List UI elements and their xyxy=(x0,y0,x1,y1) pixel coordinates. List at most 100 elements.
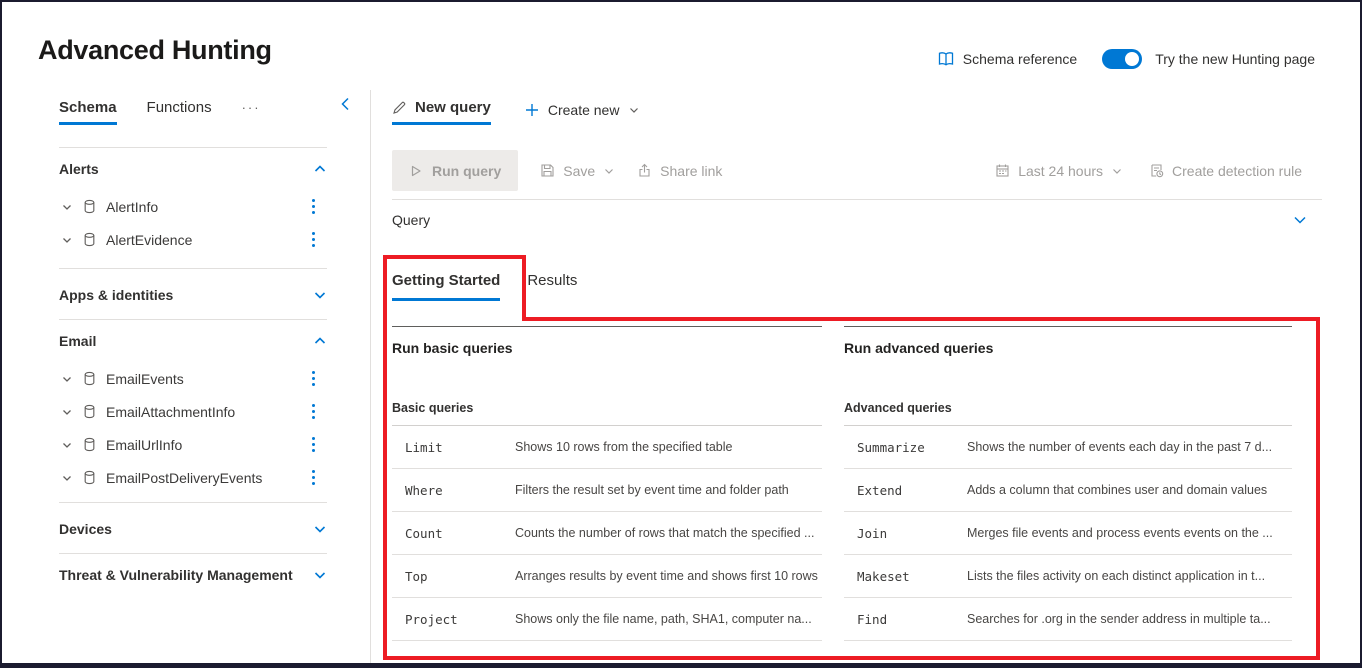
tab-new-query[interactable]: New query xyxy=(392,99,491,125)
query-row-join[interactable]: Join Merges file events and process even… xyxy=(844,512,1292,555)
chevron-down-icon xyxy=(313,522,327,536)
tree-item-emailpostdeliveryevents[interactable]: EmailPostDeliveryEvents xyxy=(59,461,327,494)
kebab-menu-icon[interactable] xyxy=(310,467,317,489)
panel-title: Run basic queries xyxy=(392,340,822,356)
kebab-menu-icon[interactable] xyxy=(310,434,317,456)
chevron-down-icon[interactable] xyxy=(61,439,73,451)
kebab-menu-icon[interactable] xyxy=(310,368,317,390)
run-query-button[interactable]: Run query xyxy=(392,150,518,191)
sidebar-group-threat-vulnerability-management[interactable]: Threat & Vulnerability Management xyxy=(59,554,327,596)
tree-item-alertinfo[interactable]: AlertInfo xyxy=(59,190,327,223)
group-label: Threat & Vulnerability Management xyxy=(59,567,293,583)
chevron-down-icon[interactable] xyxy=(61,201,73,213)
play-icon xyxy=(409,164,423,178)
chevron-down-icon[interactable] xyxy=(61,406,73,418)
toolbar-left: Run query Save Share link xyxy=(392,150,722,191)
query-description: Shows the number of events each day in t… xyxy=(967,440,1292,454)
share-link-label: Share link xyxy=(660,163,722,179)
table-icon xyxy=(82,437,97,452)
tree-item-emailattachmentinfo[interactable]: EmailAttachmentInfo xyxy=(59,395,327,428)
query-row-find[interactable]: Find Searches for .org in the sender add… xyxy=(844,598,1292,641)
tab-schema[interactable]: Schema xyxy=(59,99,117,125)
toolbar-right: Last 24 hours Create detection rule xyxy=(995,163,1322,179)
query-name: Project xyxy=(405,612,515,627)
chevron-down-icon[interactable] xyxy=(61,373,73,385)
schema-reference-link[interactable]: Schema reference xyxy=(937,51,1077,67)
create-new-label: Create new xyxy=(548,102,620,118)
book-icon xyxy=(937,51,955,67)
query-description: Lists the files activity on each distinc… xyxy=(967,569,1292,583)
tree-item-label: AlertInfo xyxy=(106,199,158,215)
pane-divider xyxy=(370,90,371,663)
annotation-right-edge xyxy=(1316,317,1320,660)
detection-rule-icon xyxy=(1149,163,1164,178)
table-icon xyxy=(82,404,97,419)
query-row-summarize[interactable]: Summarize Shows the number of events eac… xyxy=(844,426,1292,469)
sidebar-tabs: Schema Functions ··· xyxy=(59,99,327,132)
sidebar-group-devices[interactable]: Devices xyxy=(59,503,327,545)
tab-results[interactable]: Results xyxy=(527,266,577,301)
kebab-menu-icon[interactable] xyxy=(310,229,317,251)
chevron-down-icon[interactable] xyxy=(1292,212,1308,228)
query-section-label: Query xyxy=(392,212,430,228)
chevron-up-icon xyxy=(313,162,327,176)
time-range-button[interactable]: Last 24 hours xyxy=(995,163,1123,179)
table-header: Basic queries xyxy=(392,401,822,426)
annotation-bottom-edge xyxy=(383,656,1320,660)
query-name: Join xyxy=(857,526,967,541)
query-row-project[interactable]: Project Shows only the file name, path, … xyxy=(392,598,822,641)
chevron-down-icon xyxy=(313,568,327,582)
save-label: Save xyxy=(563,163,595,179)
group-label: Devices xyxy=(59,521,112,537)
sidebar-group-alerts[interactable]: Alerts xyxy=(59,148,327,190)
main-panel: New query Create new Run query Save xyxy=(392,99,1322,641)
create-new-button[interactable]: Create new xyxy=(525,99,641,118)
chevron-down-icon[interactable] xyxy=(603,165,615,177)
create-detection-rule-button[interactable]: Create detection rule xyxy=(1149,163,1302,179)
more-icon[interactable]: ··· xyxy=(242,99,261,115)
chevron-down-icon[interactable] xyxy=(61,472,73,484)
tab-functions[interactable]: Functions xyxy=(147,99,212,125)
getting-started-panels: Run basic queries Basic queries Limit Sh… xyxy=(392,326,1322,641)
query-name: Top xyxy=(405,569,515,584)
query-toolbar: Run query Save Share link Last 24 hours xyxy=(392,150,1322,191)
new-hunting-toggle[interactable] xyxy=(1102,49,1142,69)
group-label: Apps & identities xyxy=(59,287,173,303)
query-row-extend[interactable]: Extend Adds a column that combines user … xyxy=(844,469,1292,512)
query-row-makeset[interactable]: Makeset Lists the files activity on each… xyxy=(844,555,1292,598)
tab-getting-started[interactable]: Getting Started xyxy=(392,266,500,301)
kebab-menu-icon[interactable] xyxy=(310,401,317,423)
chevron-down-icon xyxy=(313,288,327,302)
save-button[interactable]: Save xyxy=(540,163,615,179)
kebab-menu-icon[interactable] xyxy=(310,196,317,218)
calendar-icon xyxy=(995,163,1010,178)
page-title: Advanced Hunting xyxy=(38,35,272,66)
annotation-left-edge xyxy=(383,255,387,660)
chevron-down-icon[interactable] xyxy=(1111,165,1123,177)
query-name: Extend xyxy=(857,483,967,498)
query-row-where[interactable]: Where Filters the result set by event ti… xyxy=(392,469,822,512)
table-icon xyxy=(82,371,97,386)
table-icon xyxy=(82,199,97,214)
chevron-down-icon[interactable] xyxy=(61,234,73,246)
tree-item-alertevidence[interactable]: AlertEvidence xyxy=(59,223,327,256)
schema-reference-label: Schema reference xyxy=(963,51,1077,67)
sidebar-group-apps-identities[interactable]: Apps & identities xyxy=(59,269,327,311)
collapse-pane-icon[interactable] xyxy=(338,96,354,112)
tree-item-emailurlinfo[interactable]: EmailUrlInfo xyxy=(59,428,327,461)
query-row-count[interactable]: Count Counts the number of rows that mat… xyxy=(392,512,822,555)
query-name: Summarize xyxy=(857,440,967,455)
query-section-header[interactable]: Query xyxy=(392,200,1322,239)
query-description: Searches for .org in the sender address … xyxy=(967,612,1292,626)
share-link-button[interactable]: Share link xyxy=(637,163,722,179)
pencil-icon xyxy=(392,100,407,115)
query-row-limit[interactable]: Limit Shows 10 rows from the specified t… xyxy=(392,426,822,469)
query-tabs: New query Create new xyxy=(392,99,1322,133)
query-description: Merges file events and process events ev… xyxy=(967,526,1292,540)
query-row-top[interactable]: Top Arranges results by event time and s… xyxy=(392,555,822,598)
schema-tree: Alerts AlertInfo AlertEvidence Apps & id… xyxy=(59,147,327,596)
header-actions: Schema reference Try the new Hunting pag… xyxy=(937,48,1315,70)
tree-item-emailevents[interactable]: EmailEvents xyxy=(59,362,327,395)
sidebar-group-email[interactable]: Email xyxy=(59,320,327,362)
advanced-queries-panel: Run advanced queries Advanced queries Su… xyxy=(844,326,1292,641)
